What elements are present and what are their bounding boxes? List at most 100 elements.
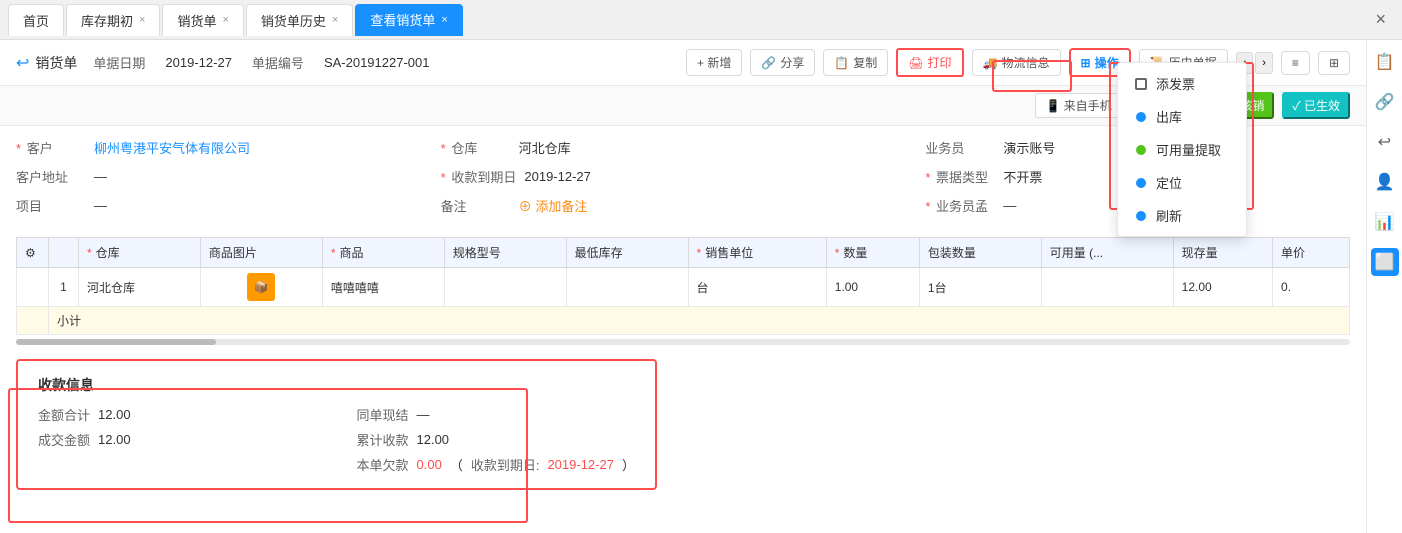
right-sidebar: 📋 🔗 ↩ 👤 📊 ⬜ [1366,40,1402,533]
tab-history-close[interactable]: × [332,14,338,26]
project-field: 项目 — [16,196,441,215]
tab-view-sales[interactable]: 查看销货单 × [355,4,462,36]
effective-button[interactable]: ✓ 已生效 [1282,92,1350,119]
row-pack-qty: 1台 [919,268,1041,307]
tab-bar: 首页 库存期初 × 销货单 × 销货单历史 × 查看销货单 × × [0,0,1402,40]
row-unit: 台 [688,268,826,307]
subtotal-row: 小计 [17,307,1350,335]
copy-button[interactable]: 📋 复制 [823,49,888,76]
doc-meta: 单据日期 2019-12-27 单据编号 SA-20191227-001 [93,53,429,72]
note-label: 备注 [441,196,511,215]
row-available [1041,268,1173,307]
new-button[interactable]: + 新增 [686,49,742,76]
tab-inventory-init[interactable]: 库存期初 × [66,4,160,36]
product-image: 📦 [247,273,275,301]
th-stock: 现存量 [1173,238,1272,268]
dropdown-available[interactable]: 可用量提取 [1118,133,1246,166]
view-toggle-grid[interactable]: ⊞ [1318,51,1350,75]
view-toggle-list[interactable]: ≡ [1281,51,1310,75]
warehouse-value: 河北仓库 [511,138,579,157]
salesperson-value: 演示账号 [995,138,1063,157]
subtotal-label: 小计 [49,307,1350,335]
th-available: 可用量 (... [1041,238,1173,268]
subtotal-settings [17,307,49,335]
payment-date-field: * 收款到期日 2019-12-27 [441,167,866,186]
dropdown-menu: 添发票 出库 可用量提取 定位 刷新 [1117,62,1247,237]
share-button[interactable]: 🔗 分享 [750,49,815,76]
th-image: 商品图片 [200,238,322,268]
th-quantity: *数量 [826,238,919,268]
customer-value[interactable]: 柳州粤港平安气体有限公司 [86,138,258,157]
doc-actions: + 新增 🔗 分享 📋 复制 🖨 打印 🚚 物流信息 [686,48,1350,77]
phone-icon: 📱 [1046,99,1061,113]
sidebar-icon-6[interactable]: ⬜ [1371,248,1399,276]
tab-view-close[interactable]: × [441,14,447,26]
row-unit-price: 0. [1273,268,1350,307]
project-label: 项目 [16,196,86,215]
row-min-stock [566,268,688,307]
number-label: 单据编号 [252,53,304,72]
payment-grid: 金额合计 12.00 同单现结 — 成交金额 12.00 累计收款 12.00 [38,405,635,474]
tab-sales-order[interactable]: 销货单 × [162,4,243,36]
sidebar-icon-5[interactable]: 📊 [1371,208,1399,236]
sidebar-icon-1[interactable]: 📋 [1371,48,1399,76]
th-product: *商品 [322,238,444,268]
transaction-label: 成交金额 [38,430,90,449]
print-button[interactable]: 🖨 打印 [896,48,963,77]
tab-sales-history[interactable]: 销货单历史 × [246,4,353,36]
th-warehouse: *仓库 [79,238,201,268]
row-stock: 12.00 [1173,268,1272,307]
current-due-label: 本单欠款 [356,455,408,474]
table-header-row: ⚙ *仓库 商品图片 *商品 [17,238,1350,268]
sidebar-icon-4[interactable]: 👤 [1371,168,1399,196]
th-min-stock: 最低库存 [566,238,688,268]
customer-field: * 客户 柳州粤港平安气体有限公司 [16,138,441,157]
dropdown-locate[interactable]: 定位 [1118,166,1246,199]
row-warehouse: 河北仓库 [79,268,201,307]
customer-label: * 客户 [16,138,86,157]
th-num [49,238,79,268]
tab-home-label: 首页 [23,11,49,30]
scroll-bar-container[interactable] [16,339,1350,345]
ticket-type-value: 不开票 [995,167,1050,186]
payment-box: 收款信息 金额合计 12.00 同单现结 — 成交金额 12.00 [16,359,657,490]
doc-title: ↩ 销货单 [16,53,77,73]
dropdown-add-invoice[interactable]: 添发票 [1118,67,1246,100]
doc-type-icon: ↩ [16,53,29,73]
due-date-paren: （ [450,455,463,474]
tab-inventory-close[interactable]: × [139,14,145,26]
next-button[interactable]: › [1255,52,1273,74]
settings-icon[interactable]: ⚙ [25,246,36,260]
logistics-button[interactable]: 🚚 物流信息 [972,49,1061,76]
dropdown-outbound[interactable]: 出库 [1118,100,1246,133]
from-phone-button[interactable]: 📱 来自手机 [1035,93,1123,118]
warehouse-label: * 仓库 [441,138,511,157]
row-num: 1 [49,268,79,307]
locate-icon [1134,176,1148,190]
doc-type-label: 销货单 [35,53,77,73]
th-pack-qty: 包装数量 [919,238,1041,268]
same-order-item: 同单现结 — [356,405,634,424]
transaction-item: 成交金额 12.00 [38,430,316,449]
th-spec: 规格型号 [444,238,566,268]
window-close-button[interactable]: × [1367,9,1394,30]
note-field: 备注 ⊕ 添加备注 [441,196,866,215]
refresh-icon [1134,209,1148,223]
tab-sales-close[interactable]: × [222,14,228,26]
warehouse-field: * 仓库 河北仓库 [441,138,866,157]
transaction-value: 12.00 [98,432,131,447]
th-unit-price: 单价 [1273,238,1350,268]
due-date-value: 2019-12-27 [547,457,614,472]
address-label: 客户地址 [16,167,86,186]
scroll-thumb[interactable] [16,339,216,345]
table-scroll[interactable]: ⚙ *仓库 商品图片 *商品 [16,237,1350,347]
copy-icon: 📋 [834,56,849,70]
dropdown-refresh[interactable]: 刷新 [1118,199,1246,232]
date-value: 2019-12-27 [165,55,232,70]
scroll-bar [16,339,1350,345]
sidebar-icon-2[interactable]: 🔗 [1371,88,1399,116]
sidebar-icon-3[interactable]: ↩ [1371,128,1399,156]
note-add-btn[interactable]: ⊕ 添加备注 [511,196,596,215]
share-icon: 🔗 [761,56,776,70]
tab-home[interactable]: 首页 [8,4,64,36]
